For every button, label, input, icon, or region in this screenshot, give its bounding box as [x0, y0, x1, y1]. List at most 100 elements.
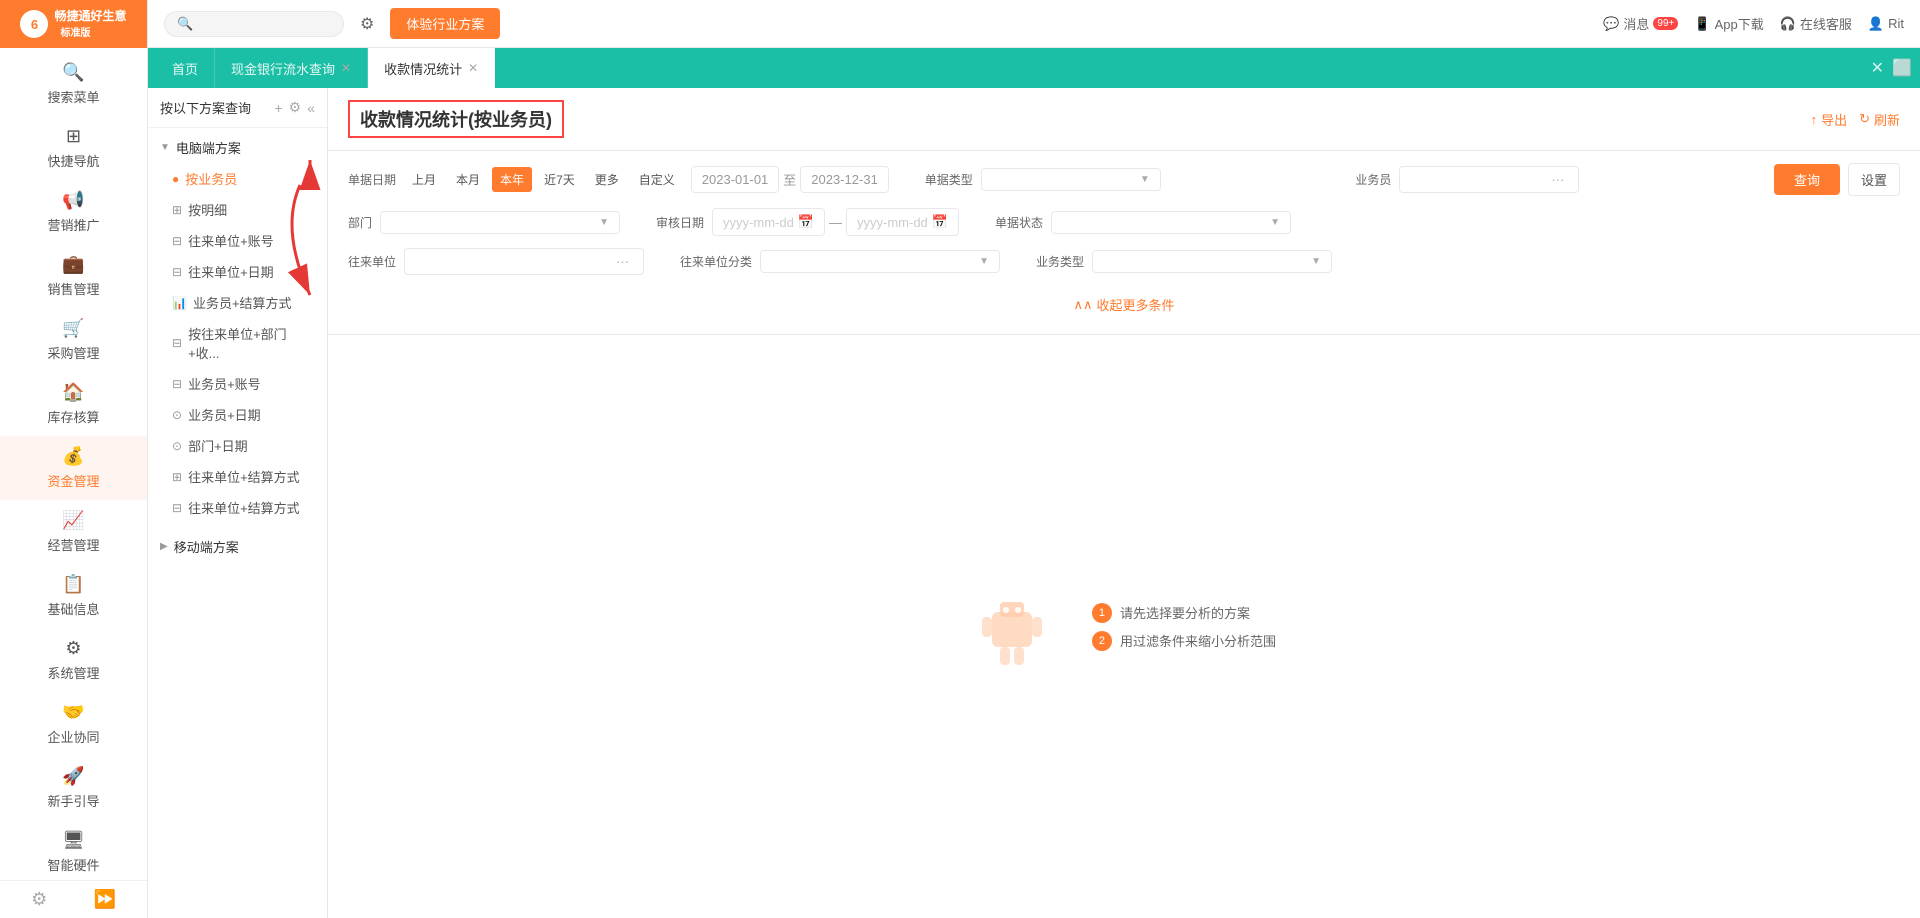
dept-select[interactable]: ▼ [380, 211, 620, 234]
sidebar-item-quicknav[interactable]: ⊞ 快捷导航 [0, 116, 147, 180]
main-area: 🔍 ⚙ 体验行业方案 💬 消息 99+ 📱 App下载 🎧 在线客服 [148, 0, 1920, 918]
close-window-btn[interactable]: ✕ [1871, 58, 1884, 78]
right-content: 收款情况统计(按业务员) ↑ 导出 ↻ 刷新 [328, 88, 1920, 918]
tree-item-salesman-settle[interactable]: 📊 业务员+结算方式 [148, 287, 327, 318]
page-header-actions: ↑ 导出 ↻ 刷新 [1811, 110, 1900, 129]
system-icon: ⚙ [65, 638, 81, 659]
tree-item-unit-account[interactable]: ⊟ 往来单位+账号 [148, 225, 327, 256]
tab-collection-stats-label: 收款情况统计 [384, 59, 462, 78]
message-badge: 99+ [1653, 17, 1678, 30]
more-options-icon[interactable]: ··· [1551, 172, 1564, 187]
scheme-settings-btn[interactable]: ⚙ [289, 99, 302, 116]
date-btn-this-month[interactable]: 本月 [448, 167, 488, 192]
date-btn-last-month[interactable]: 上月 [404, 167, 444, 192]
tree-item-by-salesman[interactable]: ● 按业务员 [148, 163, 327, 194]
date-btn-more[interactable]: 更多 [587, 167, 627, 192]
tabbar-window-actions: ✕ ⬜ [1871, 58, 1912, 78]
sidebar-item-purchase[interactable]: 🛒 采购管理 [0, 308, 147, 372]
filter-item-biz-type: 业务类型 ▼ [1036, 250, 1332, 273]
sidebar-item-search[interactable]: 🔍 搜索菜单 [0, 52, 147, 116]
step-1-label: 请先选择要分析的方案 [1120, 603, 1250, 622]
refresh-btn[interactable]: ↻ 刷新 [1859, 110, 1900, 129]
tree-group-desktop[interactable]: ▼ 电脑端方案 [148, 132, 327, 163]
sidebar-item-label: 采购管理 [47, 343, 99, 362]
user-avatar[interactable]: 👤 Rit [1868, 16, 1904, 32]
sidebar-item-sales[interactable]: 💼 销售管理 [0, 244, 147, 308]
sidebar-settings-btn[interactable]: ⚙ [31, 889, 47, 910]
sidebar-item-label: 销售管理 [47, 279, 99, 298]
sidebar-item-label: 新手引导 [47, 791, 99, 810]
sidebar-item-collab[interactable]: 🤝 企业协同 [0, 692, 147, 756]
trial-btn[interactable]: 体验行业方案 [390, 8, 500, 39]
topbar-settings-btn[interactable]: ⚙ [360, 14, 374, 34]
query-btn[interactable]: 查询 [1774, 164, 1840, 195]
sidebar-item-funds[interactable]: 💰 资金管理 [0, 436, 147, 500]
filter-item-counterpart-cat: 往来单位分类 ▼ [680, 250, 1000, 273]
doctype-select[interactable]: ▼ [981, 168, 1161, 191]
collapse-panel-btn[interactable]: « [307, 100, 315, 116]
tree-item-salesman-account[interactable]: ⊟ 业务员+账号 [148, 368, 327, 399]
sidebar-item-system[interactable]: ⚙ 系统管理 [0, 628, 147, 692]
salesman-select[interactable]: ··· [1399, 166, 1579, 193]
funds-icon: 💰 [62, 446, 84, 467]
sidebar-item-hardware[interactable]: 🖥 智能硬件 [0, 820, 147, 880]
audit-date-to[interactable]: yyyy-mm-dd 📅 [846, 208, 959, 236]
filter-item-doctype: 单据类型 ▼ [925, 168, 1161, 191]
counterpart-more-icon[interactable]: ··· [616, 254, 629, 269]
tree-item-unit-date[interactable]: ⊟ 往来单位+日期 [148, 256, 327, 287]
app-download-btn[interactable]: 📱 App下载 [1694, 14, 1763, 33]
tree-item-dept-date[interactable]: ⊙ 部门+日期 [148, 430, 327, 461]
date-btn-7days[interactable]: 近7天 [536, 167, 583, 192]
tree-item-label: 按业务员 [185, 169, 237, 188]
sidebar-item-label: 库存核算 [47, 407, 99, 426]
sidebar-item-guide[interactable]: 🚀 新手引导 [0, 756, 147, 820]
chevron-down-icon: ▼ [160, 142, 170, 153]
app-edition: 标准版 [56, 26, 94, 41]
empty-step-1: 1 请先选择要分析的方案 [1092, 603, 1276, 623]
tree-group-mobile[interactable]: ▶ 移动端方案 [148, 531, 327, 562]
tree-item-salesman-date[interactable]: ⊙ 业务员+日期 [148, 399, 327, 430]
message-btn[interactable]: 💬 消息 99+ [1603, 14, 1678, 33]
tab-bank-statement[interactable]: 现金银行流水查询 ✕ [215, 48, 368, 88]
left-panel-header: 按以下方案查询 + ⚙ « [148, 88, 327, 128]
tab-home[interactable]: 首页 [156, 48, 215, 88]
sidebar-item-marketing[interactable]: 📢 营销推广 [0, 180, 147, 244]
export-btn[interactable]: ↑ 导出 [1811, 110, 1848, 129]
tree-item-unit-settle1[interactable]: ⊞ 往来单位+结算方式 [148, 461, 327, 492]
counterpart-cat-select[interactable]: ▼ [760, 250, 1000, 273]
date-to-input[interactable]: 2023-12-31 [800, 166, 889, 193]
sidebar-collapse-btn[interactable]: ⏩ [93, 889, 115, 910]
audit-date-from[interactable]: yyyy-mm-dd 📅 [712, 208, 825, 236]
download-icon: 📱 [1694, 16, 1710, 32]
data-area: 1 请先选择要分析的方案 2 用过滤条件来缩小分析范围 [328, 335, 1920, 918]
tree-item-unit-settle2[interactable]: ⊟ 往来单位+结算方式 [148, 492, 327, 523]
empty-steps: 1 请先选择要分析的方案 2 用过滤条件来缩小分析范围 [1092, 603, 1276, 651]
tree-item-unit-dept-collect[interactable]: ⊟ 按往来单位+部门+收... [148, 318, 327, 368]
search-icon: 🔍 [177, 16, 193, 32]
collapse-filters-btn[interactable]: ∧∧ 收起更多条件 [348, 287, 1900, 322]
tree-item-by-detail[interactable]: ⊞ 按明细 [148, 194, 327, 225]
sidebar-item-label: 基础信息 [47, 599, 99, 618]
sidebar-item-basic[interactable]: 📋 基础信息 [0, 564, 147, 628]
tab-collection-stats[interactable]: 收款情况统计 ✕ [368, 48, 495, 88]
date-from-input[interactable]: 2023-01-01 [691, 166, 780, 193]
add-scheme-btn[interactable]: + [274, 100, 282, 116]
date-separator: 至 [783, 170, 796, 189]
hardware-icon: 🖥 [62, 830, 85, 851]
maximize-window-btn[interactable]: ⬜ [1892, 58, 1912, 78]
filter-settings-btn[interactable]: 设置 [1848, 163, 1900, 196]
doc-status-select[interactable]: ▼ [1051, 211, 1291, 234]
sidebar-item-operations[interactable]: 📈 经营管理 [0, 500, 147, 564]
tab-bank-statement-close[interactable]: ✕ [341, 61, 351, 75]
topbar-search-box[interactable]: 🔍 [164, 11, 344, 37]
tab-collection-stats-close[interactable]: ✕ [468, 61, 478, 75]
filter-item-salesman: 业务员 ··· [1355, 166, 1579, 193]
counterpart-select[interactable]: ··· [404, 248, 644, 275]
date-btn-custom[interactable]: 自定义 [631, 167, 683, 192]
operations-icon: 📈 [62, 510, 84, 531]
topbar: 🔍 ⚙ 体验行业方案 💬 消息 99+ 📱 App下载 🎧 在线客服 [148, 0, 1920, 48]
sidebar-item-inventory[interactable]: 🏠 库存核算 [0, 372, 147, 436]
biz-type-select[interactable]: ▼ [1092, 250, 1332, 273]
online-service-btn[interactable]: 🎧 在线客服 [1780, 14, 1852, 33]
date-btn-this-year[interactable]: 本年 [492, 167, 532, 192]
